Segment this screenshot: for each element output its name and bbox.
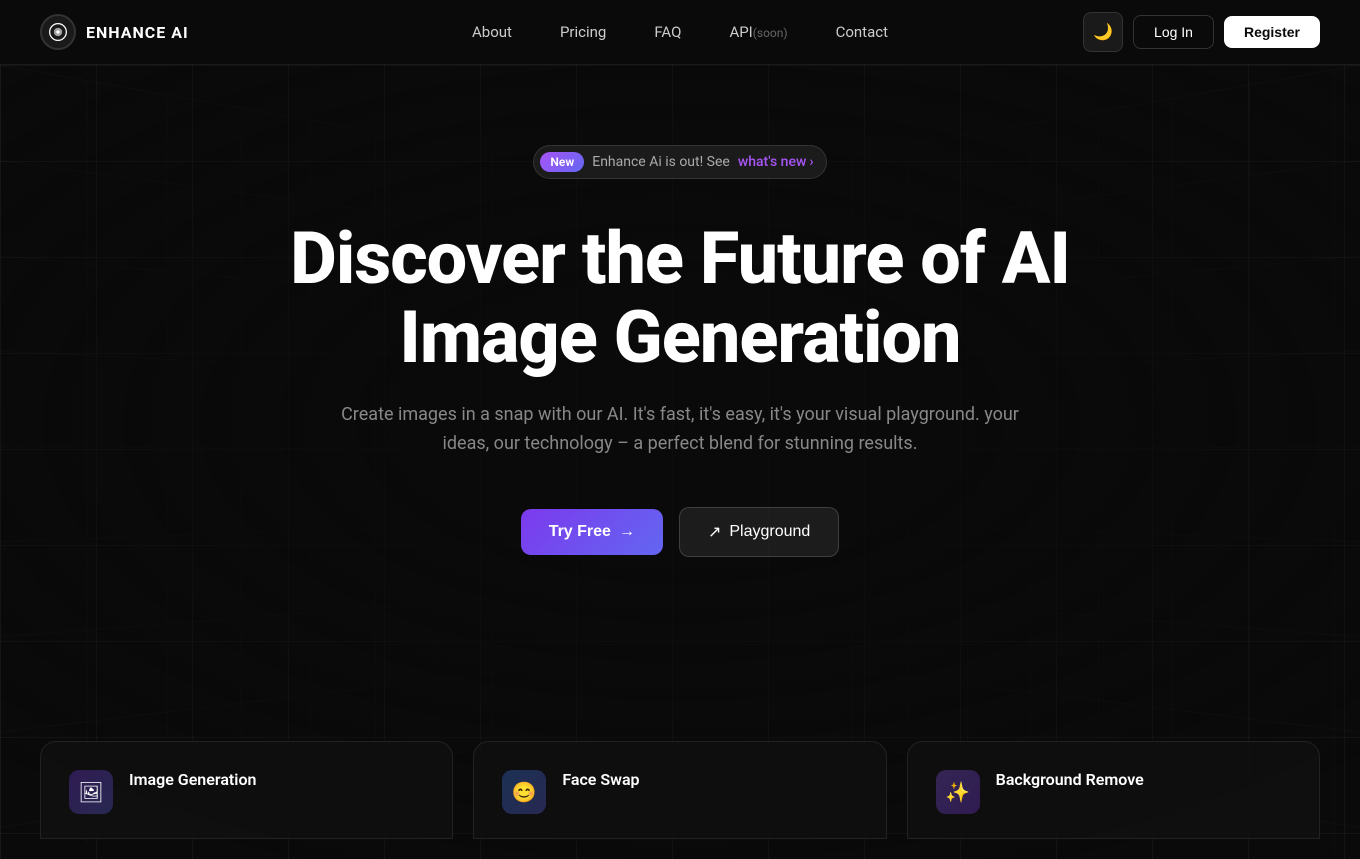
badge-main-text: Enhance Ai is out! See xyxy=(592,154,730,170)
register-button[interactable]: Register xyxy=(1224,16,1320,48)
logo-icon xyxy=(40,14,76,50)
face-swap-title: Face Swap xyxy=(562,770,639,789)
feature-card-background-remove: ✨ Background Remove xyxy=(907,741,1320,839)
hero-title: Discover the Future of AI Image Generati… xyxy=(220,219,1140,377)
nav-contact[interactable]: Contact xyxy=(816,15,908,49)
login-button[interactable]: Log In xyxy=(1133,15,1214,49)
feature-card-image-generation: 🖼 Image Generation xyxy=(40,741,453,839)
background-remove-icon: ✨ xyxy=(945,780,970,804)
try-free-button[interactable]: Try Free → xyxy=(521,509,663,555)
feature-cards-section: 🖼 Image Generation 😊 Face Swap ✨ Backgro… xyxy=(0,721,1360,859)
announcement-badge: New Enhance Ai is out! See what's new › xyxy=(533,145,826,179)
external-link-icon: ↗ xyxy=(708,522,721,542)
face-swap-icon: 😊 xyxy=(512,780,537,804)
navbar-actions: 🌙 Log In Register xyxy=(1083,12,1320,52)
navbar: ENHANCE AI About Pricing FAQ API(soon) C… xyxy=(0,0,1360,65)
arrow-icon: → xyxy=(619,523,635,541)
main-nav: About Pricing FAQ API(soon) Contact xyxy=(452,15,908,49)
nav-faq[interactable]: FAQ xyxy=(634,15,701,49)
image-generation-title: Image Generation xyxy=(129,770,256,789)
hero-subtitle: Create images in a snap with our AI. It'… xyxy=(340,401,1020,459)
badge-whats-new-link[interactable]: what's new › xyxy=(738,154,814,170)
api-soon-badge: (soon) xyxy=(753,26,788,40)
nav-pricing[interactable]: Pricing xyxy=(540,15,626,49)
hero-section: New Enhance Ai is out! See what's new › … xyxy=(0,65,1360,859)
playground-button[interactable]: ↗ Playground xyxy=(679,507,839,557)
hero-cta-group: Try Free → ↗ Playground xyxy=(521,507,840,557)
background-remove-icon-wrap: ✨ xyxy=(936,770,980,814)
logo-link[interactable]: ENHANCE AI xyxy=(40,14,189,50)
face-swap-icon-wrap: 😊 xyxy=(502,770,546,814)
feature-card-face-swap: 😊 Face Swap xyxy=(473,741,886,839)
image-generation-icon-wrap: 🖼 xyxy=(69,770,113,814)
badge-new-label: New xyxy=(540,152,584,172)
logo-text: ENHANCE AI xyxy=(86,23,189,42)
nav-api[interactable]: API(soon) xyxy=(709,15,807,49)
image-generation-icon: 🖼 xyxy=(78,780,103,804)
nav-about[interactable]: About xyxy=(452,15,532,49)
theme-toggle-button[interactable]: 🌙 xyxy=(1083,12,1123,52)
hero-content: New Enhance Ai is out! See what's new › … xyxy=(180,145,1180,557)
background-remove-title: Background Remove xyxy=(996,770,1144,789)
